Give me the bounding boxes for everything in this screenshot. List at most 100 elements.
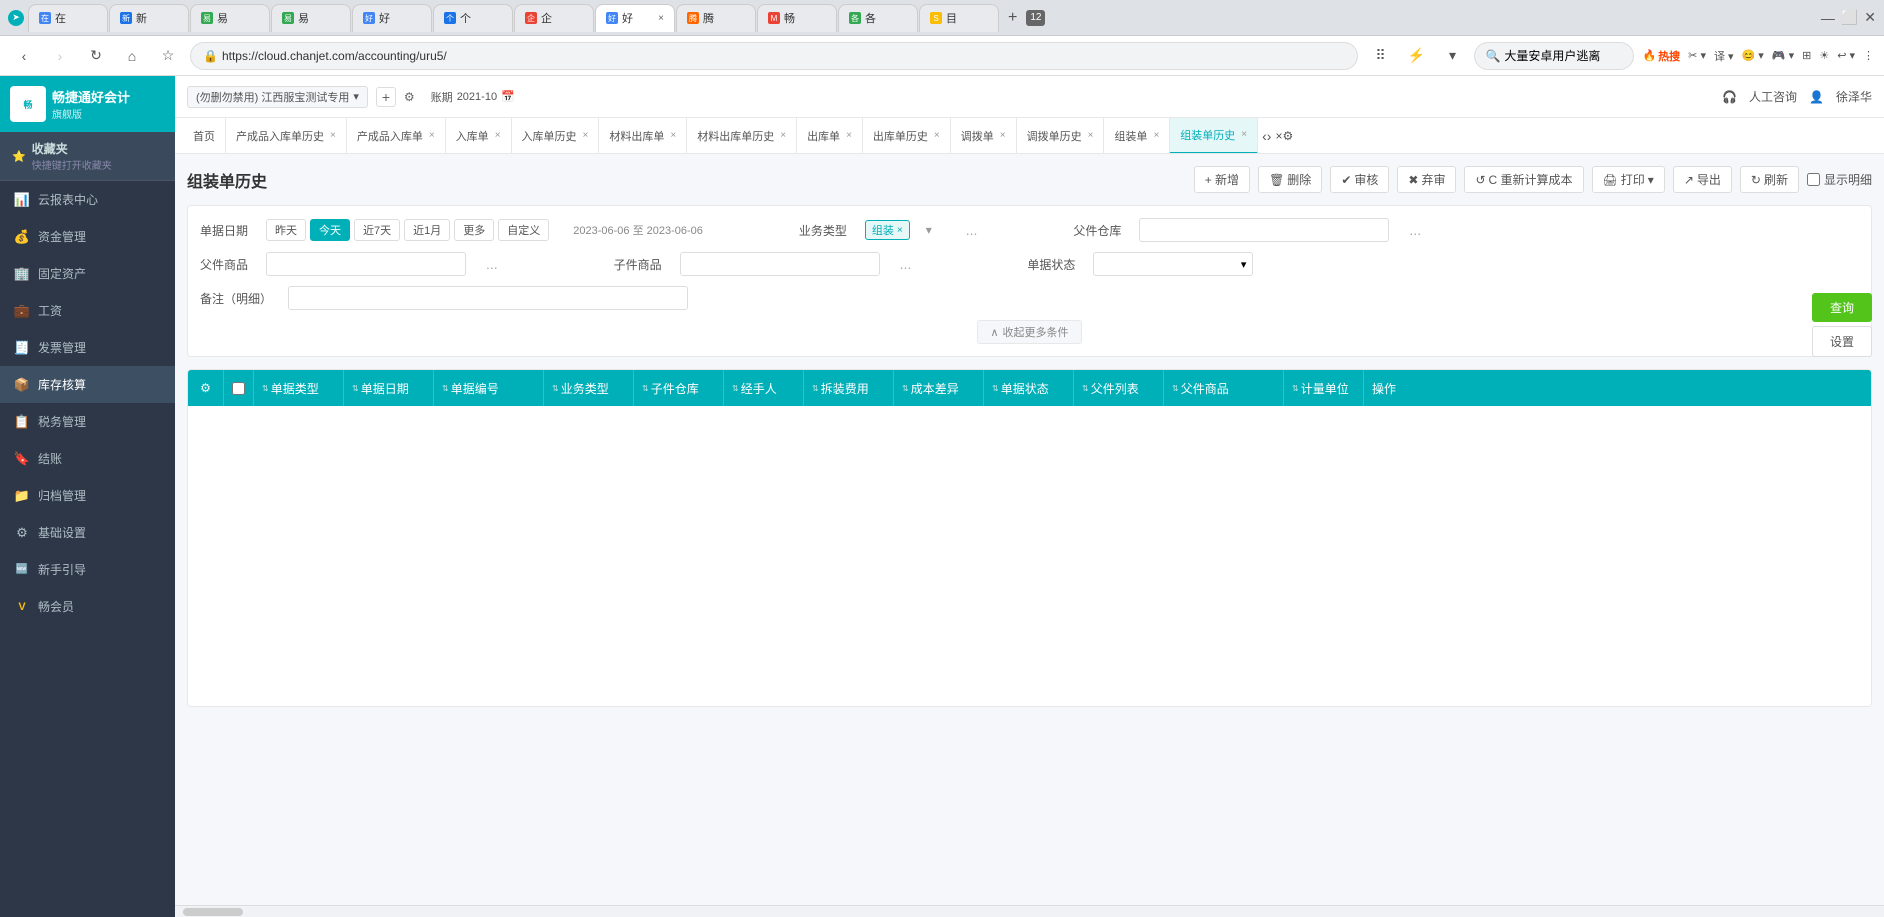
nav-tab-home[interactable]: 首页: [183, 118, 226, 154]
delete-button[interactable]: 🗑 删除: [1258, 166, 1322, 193]
browser-tab-8[interactable]: 好 好 ×: [595, 4, 675, 32]
close-nav-tab-prod-in-history-icon[interactable]: ×: [330, 130, 336, 141]
sidebar-item-tax[interactable]: 📋 税务管理: [0, 403, 175, 440]
browser-tab-10[interactable]: M 畅: [757, 4, 837, 32]
browser-tab-4[interactable]: 易 易: [271, 4, 351, 32]
th-business-type[interactable]: ⇅ 业务类型: [544, 370, 634, 406]
close-nav-tab-transfer-icon[interactable]: ×: [1000, 130, 1006, 141]
new-tab-button[interactable]: +: [1000, 9, 1025, 27]
emoji-menu[interactable]: 😊 ▾: [1742, 49, 1764, 62]
show-detail-checkbox[interactable]: [1807, 173, 1820, 186]
sun-menu[interactable]: ☀: [1819, 49, 1829, 62]
back-button[interactable]: ‹: [10, 42, 38, 70]
tab-more-settings-icon[interactable]: ⚙: [1282, 129, 1293, 143]
settings-gear-button[interactable]: ⚙: [404, 90, 415, 104]
print-button[interactable]: 🖨 打印 ▾: [1592, 166, 1665, 193]
translate-menu[interactable]: 译 ▾: [1714, 48, 1734, 64]
refresh-button[interactable]: ↻ 刷新: [1740, 166, 1799, 193]
close-all-tabs-icon[interactable]: ×: [1275, 129, 1282, 143]
close-nav-tab-out-history-icon[interactable]: ×: [934, 130, 940, 141]
child-goods-dots[interactable]: ...: [900, 256, 912, 272]
browser-tab-9[interactable]: 腾 腾: [676, 4, 756, 32]
audit-button[interactable]: ✔ 审核: [1330, 166, 1389, 193]
sidebar-item-guide[interactable]: 🆕 新手引导: [0, 551, 175, 588]
nav-tab-prod-in[interactable]: 产成品入库单 ×: [347, 118, 446, 154]
close-nav-tab-mat-out-history-icon[interactable]: ×: [780, 130, 786, 141]
th-child-warehouse[interactable]: ⇅ 子件仓库: [634, 370, 724, 406]
date-btn-7days[interactable]: 近7天: [354, 219, 400, 241]
close-nav-tab-out-icon[interactable]: ×: [846, 130, 852, 141]
remove-business-type-tag-icon[interactable]: ×: [897, 225, 903, 236]
nav-tab-mat-out-history[interactable]: 材料出库单历史 ×: [687, 118, 797, 154]
more-menu[interactable]: ⋮: [1863, 49, 1874, 62]
minimize-button[interactable]: —: [1821, 10, 1835, 26]
grid-menu[interactable]: ⊞: [1802, 49, 1811, 62]
th-disassembly-fee[interactable]: ⇅ 拆装费用: [804, 370, 894, 406]
business-type-dots[interactable]: ...: [966, 222, 978, 238]
nav-tab-prod-in-history[interactable]: 产成品入库单历史 ×: [226, 118, 347, 154]
close-nav-tab-in-history-icon[interactable]: ×: [583, 130, 589, 141]
select-all-checkbox[interactable]: [232, 382, 245, 395]
business-type-dropdown[interactable]: ▾: [926, 223, 946, 237]
th-cost-diff[interactable]: ⇅ 成本差异: [894, 370, 984, 406]
forward-button[interactable]: ›: [46, 42, 74, 70]
service-label[interactable]: 人工咨询: [1749, 88, 1797, 105]
maximize-button[interactable]: ⬜: [1841, 9, 1858, 26]
nav-tab-out-history[interactable]: 出库单历史 ×: [863, 118, 951, 154]
sidebar-item-settle[interactable]: 🔖 结账: [0, 440, 175, 477]
close-nav-tab-in-icon[interactable]: ×: [495, 130, 501, 141]
nav-tab-in-history[interactable]: 入库单历史 ×: [512, 118, 600, 154]
th-bill-date[interactable]: ⇅ 单据日期: [344, 370, 434, 406]
th-checkbox[interactable]: [224, 370, 254, 406]
th-parent-list[interactable]: ⇅ 父件列表: [1074, 370, 1164, 406]
browser-tab-12[interactable]: S 目: [919, 4, 999, 32]
browser-tab-11[interactable]: 各 各: [838, 4, 918, 32]
browser-tab-1[interactable]: 在 在: [28, 4, 108, 32]
close-nav-tab-assembly-history-icon[interactable]: ×: [1241, 129, 1247, 140]
company-selector[interactable]: (勿删勿禁用) 江西服宝测试专用 ▾: [187, 86, 368, 108]
nav-tab-mat-out[interactable]: 材料出库单 ×: [599, 118, 687, 154]
browser-tab-2[interactable]: 新 新: [109, 4, 189, 32]
sidebar-favorite-section[interactable]: ⭐ 收藏夹 快捷键打开收藏夹: [0, 132, 175, 181]
child-goods-input[interactable]: [680, 252, 880, 276]
bookmark-button[interactable]: ☆: [154, 42, 182, 70]
nav-tab-assembly[interactable]: 组装单 ×: [1104, 118, 1170, 154]
filter-settings-button[interactable]: 设置: [1812, 326, 1872, 357]
th-bill-no[interactable]: ⇅ 单据编号: [434, 370, 544, 406]
close-nav-tab-prod-in-icon[interactable]: ×: [429, 130, 435, 141]
parent-goods-input[interactable]: [266, 252, 466, 276]
new-button[interactable]: + 新增: [1194, 166, 1250, 193]
calendar-icon[interactable]: 📅: [501, 90, 515, 103]
note-input[interactable]: [288, 286, 688, 310]
sidebar-item-fund[interactable]: 💰 资金管理: [0, 218, 175, 255]
collapse-button[interactable]: ∧ 收起更多条件: [977, 320, 1081, 344]
sidebar-item-archive[interactable]: 📁 归档管理: [0, 477, 175, 514]
close-window-button[interactable]: ✕: [1864, 9, 1876, 26]
sidebar-item-member[interactable]: V 畅会员: [0, 588, 175, 625]
date-btn-1month[interactable]: 近1月: [404, 219, 450, 241]
nav-tab-transfer[interactable]: 调拨单 ×: [951, 118, 1017, 154]
dropdown-button[interactable]: ▾: [1438, 42, 1466, 70]
date-btn-more[interactable]: 更多: [454, 219, 494, 241]
th-bill-status[interactable]: ⇅ 单据状态: [984, 370, 1074, 406]
browser-tab-7[interactable]: 企 企: [514, 4, 594, 32]
browser-tab-5[interactable]: 好 好: [352, 4, 432, 32]
parent-warehouse-dots[interactable]: ...: [1409, 222, 1421, 238]
lightning-button[interactable]: ⚡: [1402, 42, 1430, 70]
bill-status-dropdown[interactable]: ▾: [1093, 252, 1253, 276]
th-unit[interactable]: ⇅ 计量单位: [1284, 370, 1364, 406]
date-btn-today[interactable]: 今天: [310, 219, 350, 241]
sidebar-item-report[interactable]: 📊 云报表中心: [0, 181, 175, 218]
close-nav-tab-mat-out-icon[interactable]: ×: [670, 130, 676, 141]
recalc-button[interactable]: ↺ C 重新计算成本: [1464, 166, 1583, 193]
game-menu[interactable]: 🎮 ▾: [1772, 49, 1794, 62]
horizontal-scrollbar[interactable]: [175, 905, 1884, 917]
browser-tab-6[interactable]: 个 个: [433, 4, 513, 32]
nav-tab-in[interactable]: 入库单 ×: [446, 118, 512, 154]
parent-warehouse-input[interactable]: [1139, 218, 1389, 242]
sidebar-item-asset[interactable]: 🏢 固定资产: [0, 255, 175, 292]
sidebar-item-salary[interactable]: 💼 工资: [0, 292, 175, 329]
th-handler[interactable]: ⇅ 经手人: [724, 370, 804, 406]
extensions-button[interactable]: ⠿: [1366, 42, 1394, 70]
export-button[interactable]: ↗ 导出: [1673, 166, 1732, 193]
